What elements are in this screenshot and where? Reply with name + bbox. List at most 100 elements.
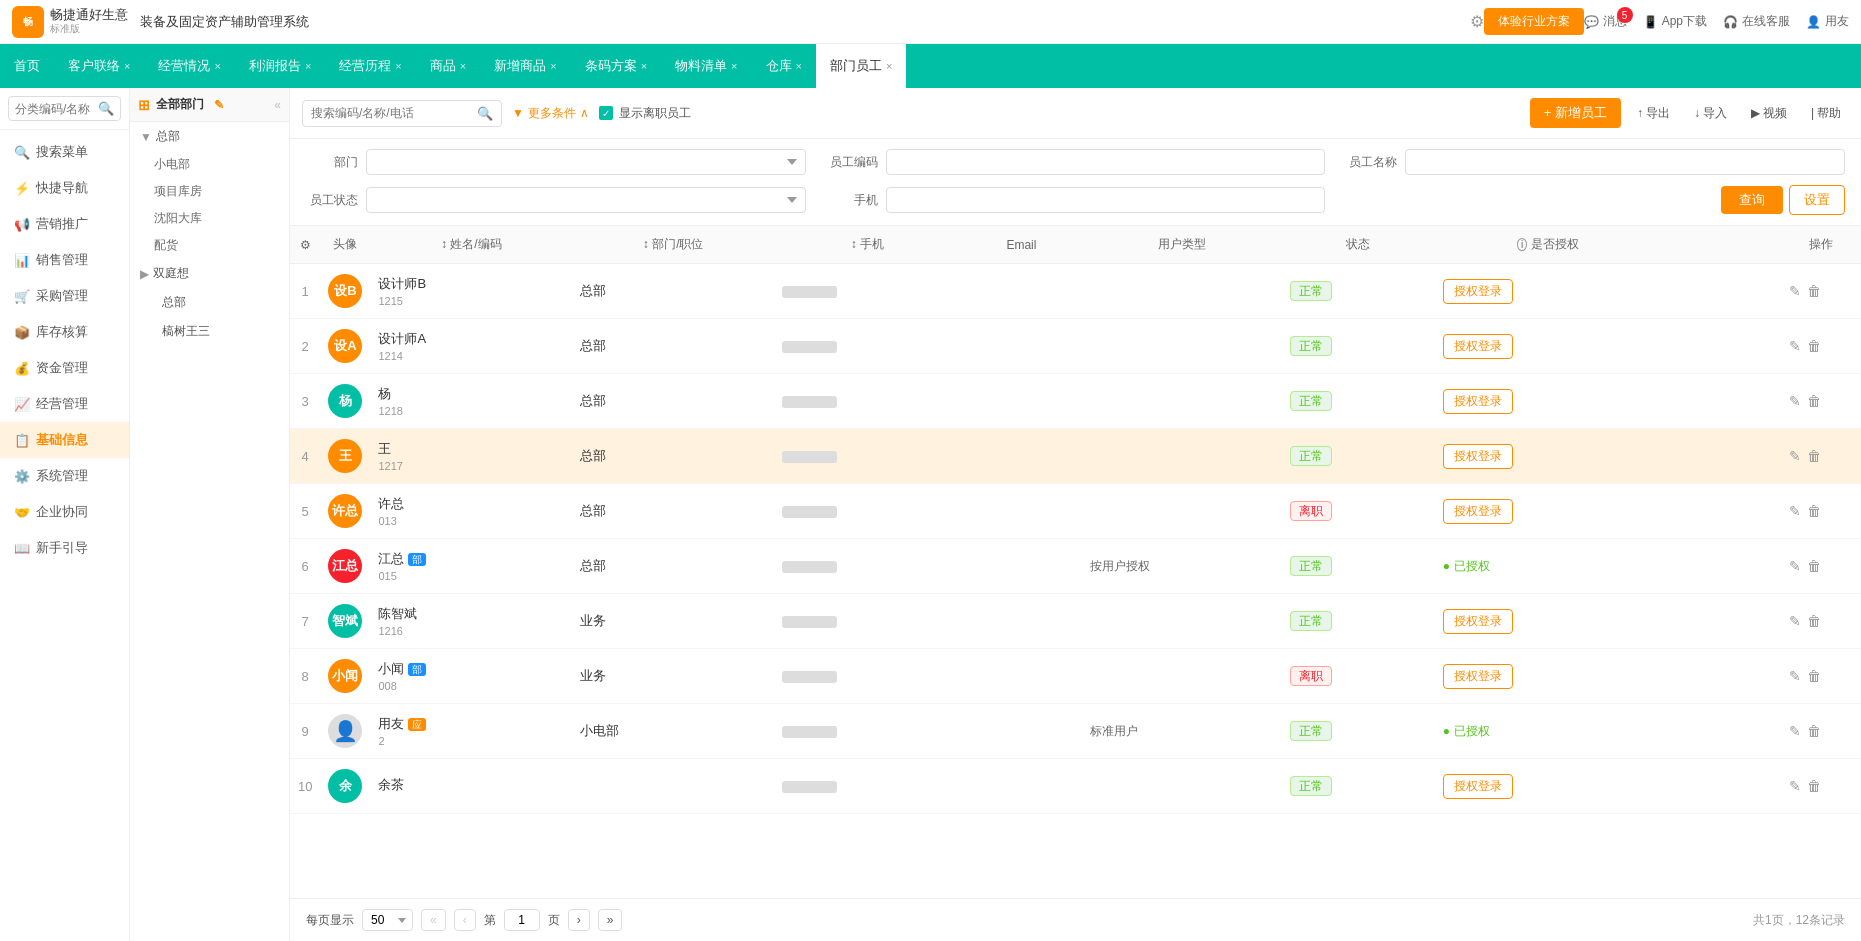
nav-close-barcode[interactable]: × xyxy=(641,60,647,72)
auth-login-btn[interactable]: 授权登录 xyxy=(1443,279,1513,304)
edit-btn[interactable]: ✎ xyxy=(1789,723,1801,739)
try-btn[interactable]: 体验行业方案 xyxy=(1484,8,1584,35)
delete-btn[interactable]: 🗑 xyxy=(1807,723,1821,739)
edit-btn[interactable]: ✎ xyxy=(1789,668,1801,684)
more-filter-btn[interactable]: ▼ 更多条件 ∧ xyxy=(512,105,589,122)
next-page-btn[interactable]: › xyxy=(568,909,590,931)
dept-child-electronics[interactable]: 小电部 xyxy=(130,151,289,178)
delete-btn[interactable]: 🗑 xyxy=(1807,393,1821,409)
nav-close-add-goods[interactable]: × xyxy=(550,60,556,72)
auth-login-btn[interactable]: 授权登录 xyxy=(1443,334,1513,359)
dept-node-headquarters[interactable]: ▼ 总部 xyxy=(130,122,289,151)
last-page-btn[interactable]: » xyxy=(598,909,623,931)
user-btn[interactable]: 👤 用友 xyxy=(1806,13,1849,30)
dept-child-project[interactable]: 项目库房 xyxy=(130,178,289,205)
export-btn[interactable]: ↑ 导出 xyxy=(1629,100,1678,127)
sidebar-item-mgmt[interactable]: 📈 经营管理 xyxy=(0,386,129,422)
nav-close-customers[interactable]: × xyxy=(124,60,130,72)
sidebar-search-input[interactable] xyxy=(15,102,94,116)
nav-close-operations[interactable]: × xyxy=(214,60,220,72)
dept-filter-select[interactable] xyxy=(366,149,806,175)
edit-btn[interactable]: ✎ xyxy=(1789,558,1801,574)
edit-btn[interactable]: ✎ xyxy=(1789,283,1801,299)
dept-edit-icon[interactable]: ✎ xyxy=(214,98,224,112)
auth-login-btn[interactable]: 授权登录 xyxy=(1443,499,1513,524)
delete-btn[interactable]: 🗑 xyxy=(1807,778,1821,794)
settings-icon[interactable]: ⚙ xyxy=(1470,12,1484,31)
nav-item-bom[interactable]: 物料清单 × xyxy=(661,44,751,88)
col-dept-position[interactable]: ↕ 部门/职位 xyxy=(572,226,774,264)
edit-btn[interactable]: ✎ xyxy=(1789,338,1801,354)
dept-child-shenyang[interactable]: 沈阳大库 xyxy=(130,205,289,232)
sidebar-search-box[interactable]: 🔍 xyxy=(8,96,121,121)
first-page-btn[interactable]: « xyxy=(421,909,446,931)
sidebar-item-search[interactable]: 🔍 搜索菜单 xyxy=(0,134,129,170)
emp-name-input[interactable] xyxy=(1405,149,1845,175)
add-employee-btn[interactable]: + 新增员工 xyxy=(1530,98,1621,128)
sidebar-item-finance[interactable]: 💰 资金管理 xyxy=(0,350,129,386)
nav-close-bom[interactable]: × xyxy=(731,60,737,72)
online-service-btn[interactable]: 🎧 在线客服 xyxy=(1723,13,1790,30)
edit-btn[interactable]: ✎ xyxy=(1789,448,1801,464)
table-settings-icon[interactable]: ⚙ xyxy=(300,238,311,252)
nav-item-operations[interactable]: 经营情况 × xyxy=(144,44,234,88)
prev-page-btn[interactable]: ‹ xyxy=(454,909,476,931)
dept-node-hq[interactable]: 总部 xyxy=(130,288,289,317)
dept-node-shuangting[interactable]: ▶ 双庭想 xyxy=(130,259,289,288)
nav-item-process[interactable]: 经营历程 × xyxy=(325,44,415,88)
auth-login-btn[interactable]: 授权登录 xyxy=(1443,444,1513,469)
auth-login-btn[interactable]: 授权登录 xyxy=(1443,664,1513,689)
dept-all-header[interactable]: ⊞ 全部部门 ✎ « xyxy=(130,88,289,122)
delete-btn[interactable]: 🗑 xyxy=(1807,448,1821,464)
nav-item-goods[interactable]: 商品 × xyxy=(416,44,480,88)
nav-close-employees[interactable]: × xyxy=(886,60,892,72)
nav-item-customers[interactable]: 客户联络 × xyxy=(54,44,144,88)
auth-login-btn[interactable]: 授权登录 xyxy=(1443,389,1513,414)
nav-item-warehouse[interactable]: 仓库 × xyxy=(752,44,816,88)
edit-btn[interactable]: ✎ xyxy=(1789,778,1801,794)
edit-btn[interactable]: ✎ xyxy=(1789,503,1801,519)
nav-close-profit[interactable]: × xyxy=(305,60,311,72)
status-filter-select[interactable] xyxy=(366,187,806,213)
sidebar-item-inventory[interactable]: 📦 库存核算 xyxy=(0,314,129,350)
app-download-btn[interactable]: 📱 App下载 xyxy=(1643,13,1707,30)
dept-node-third[interactable]: 槁树王三 xyxy=(130,317,289,346)
delete-btn[interactable]: 🗑 xyxy=(1807,503,1821,519)
delete-btn[interactable]: 🗑 xyxy=(1807,613,1821,629)
nav-close-process[interactable]: × xyxy=(395,60,401,72)
sidebar-item-purchase[interactable]: 🛒 采购管理 xyxy=(0,278,129,314)
delete-btn[interactable]: 🗑 xyxy=(1807,338,1821,354)
auth-login-btn[interactable]: 授权登录 xyxy=(1443,774,1513,799)
edit-btn[interactable]: ✎ xyxy=(1789,393,1801,409)
message-btn[interactable]: 💬 消息 5 xyxy=(1584,13,1627,30)
delete-btn[interactable]: 🗑 xyxy=(1807,283,1821,299)
nav-close-warehouse[interactable]: × xyxy=(796,60,802,72)
auth-login-btn[interactable]: 授权登录 xyxy=(1443,609,1513,634)
sidebar-item-system[interactable]: ⚙️ 系统管理 xyxy=(0,458,129,494)
nav-close-goods[interactable]: × xyxy=(460,60,466,72)
sidebar-item-quicknav[interactable]: ⚡ 快捷导航 xyxy=(0,170,129,206)
import-btn[interactable]: ↓ 导入 xyxy=(1686,100,1735,127)
page-number-input[interactable] xyxy=(504,909,540,931)
nav-item-home[interactable]: 首页 xyxy=(0,44,54,88)
sidebar-item-collab[interactable]: 🤝 企业协同 xyxy=(0,494,129,530)
edit-btn[interactable]: ✎ xyxy=(1789,613,1801,629)
col-name-code[interactable]: ↕ 姓名/编码 xyxy=(370,226,572,264)
nav-item-employees[interactable]: 部门员工 × xyxy=(816,44,906,88)
nav-item-add-goods[interactable]: 新增商品 × xyxy=(480,44,570,88)
nav-item-barcode[interactable]: 条码方案 × xyxy=(571,44,661,88)
nav-item-profit[interactable]: 利润报告 × xyxy=(235,44,325,88)
page-size-select[interactable]: 50 20 100 xyxy=(362,909,413,931)
sidebar-item-sales[interactable]: 📊 销售管理 xyxy=(0,242,129,278)
set-btn[interactable]: 设置 xyxy=(1789,185,1845,215)
query-btn[interactable]: 查询 xyxy=(1721,186,1783,214)
search-box[interactable]: 🔍 xyxy=(302,100,502,127)
delete-btn[interactable]: 🗑 xyxy=(1807,668,1821,684)
dept-child-delivery[interactable]: 配货 xyxy=(130,232,289,259)
sidebar-item-guide[interactable]: 📖 新手引导 xyxy=(0,530,129,566)
delete-btn[interactable]: 🗑 xyxy=(1807,558,1821,574)
emp-code-input[interactable] xyxy=(886,149,1326,175)
col-phone[interactable]: ↕ 手机 xyxy=(774,226,961,264)
help-btn[interactable]: | 帮助 xyxy=(1803,100,1849,127)
show-departed-toggle[interactable]: ✓ 显示离职员工 xyxy=(599,105,691,122)
